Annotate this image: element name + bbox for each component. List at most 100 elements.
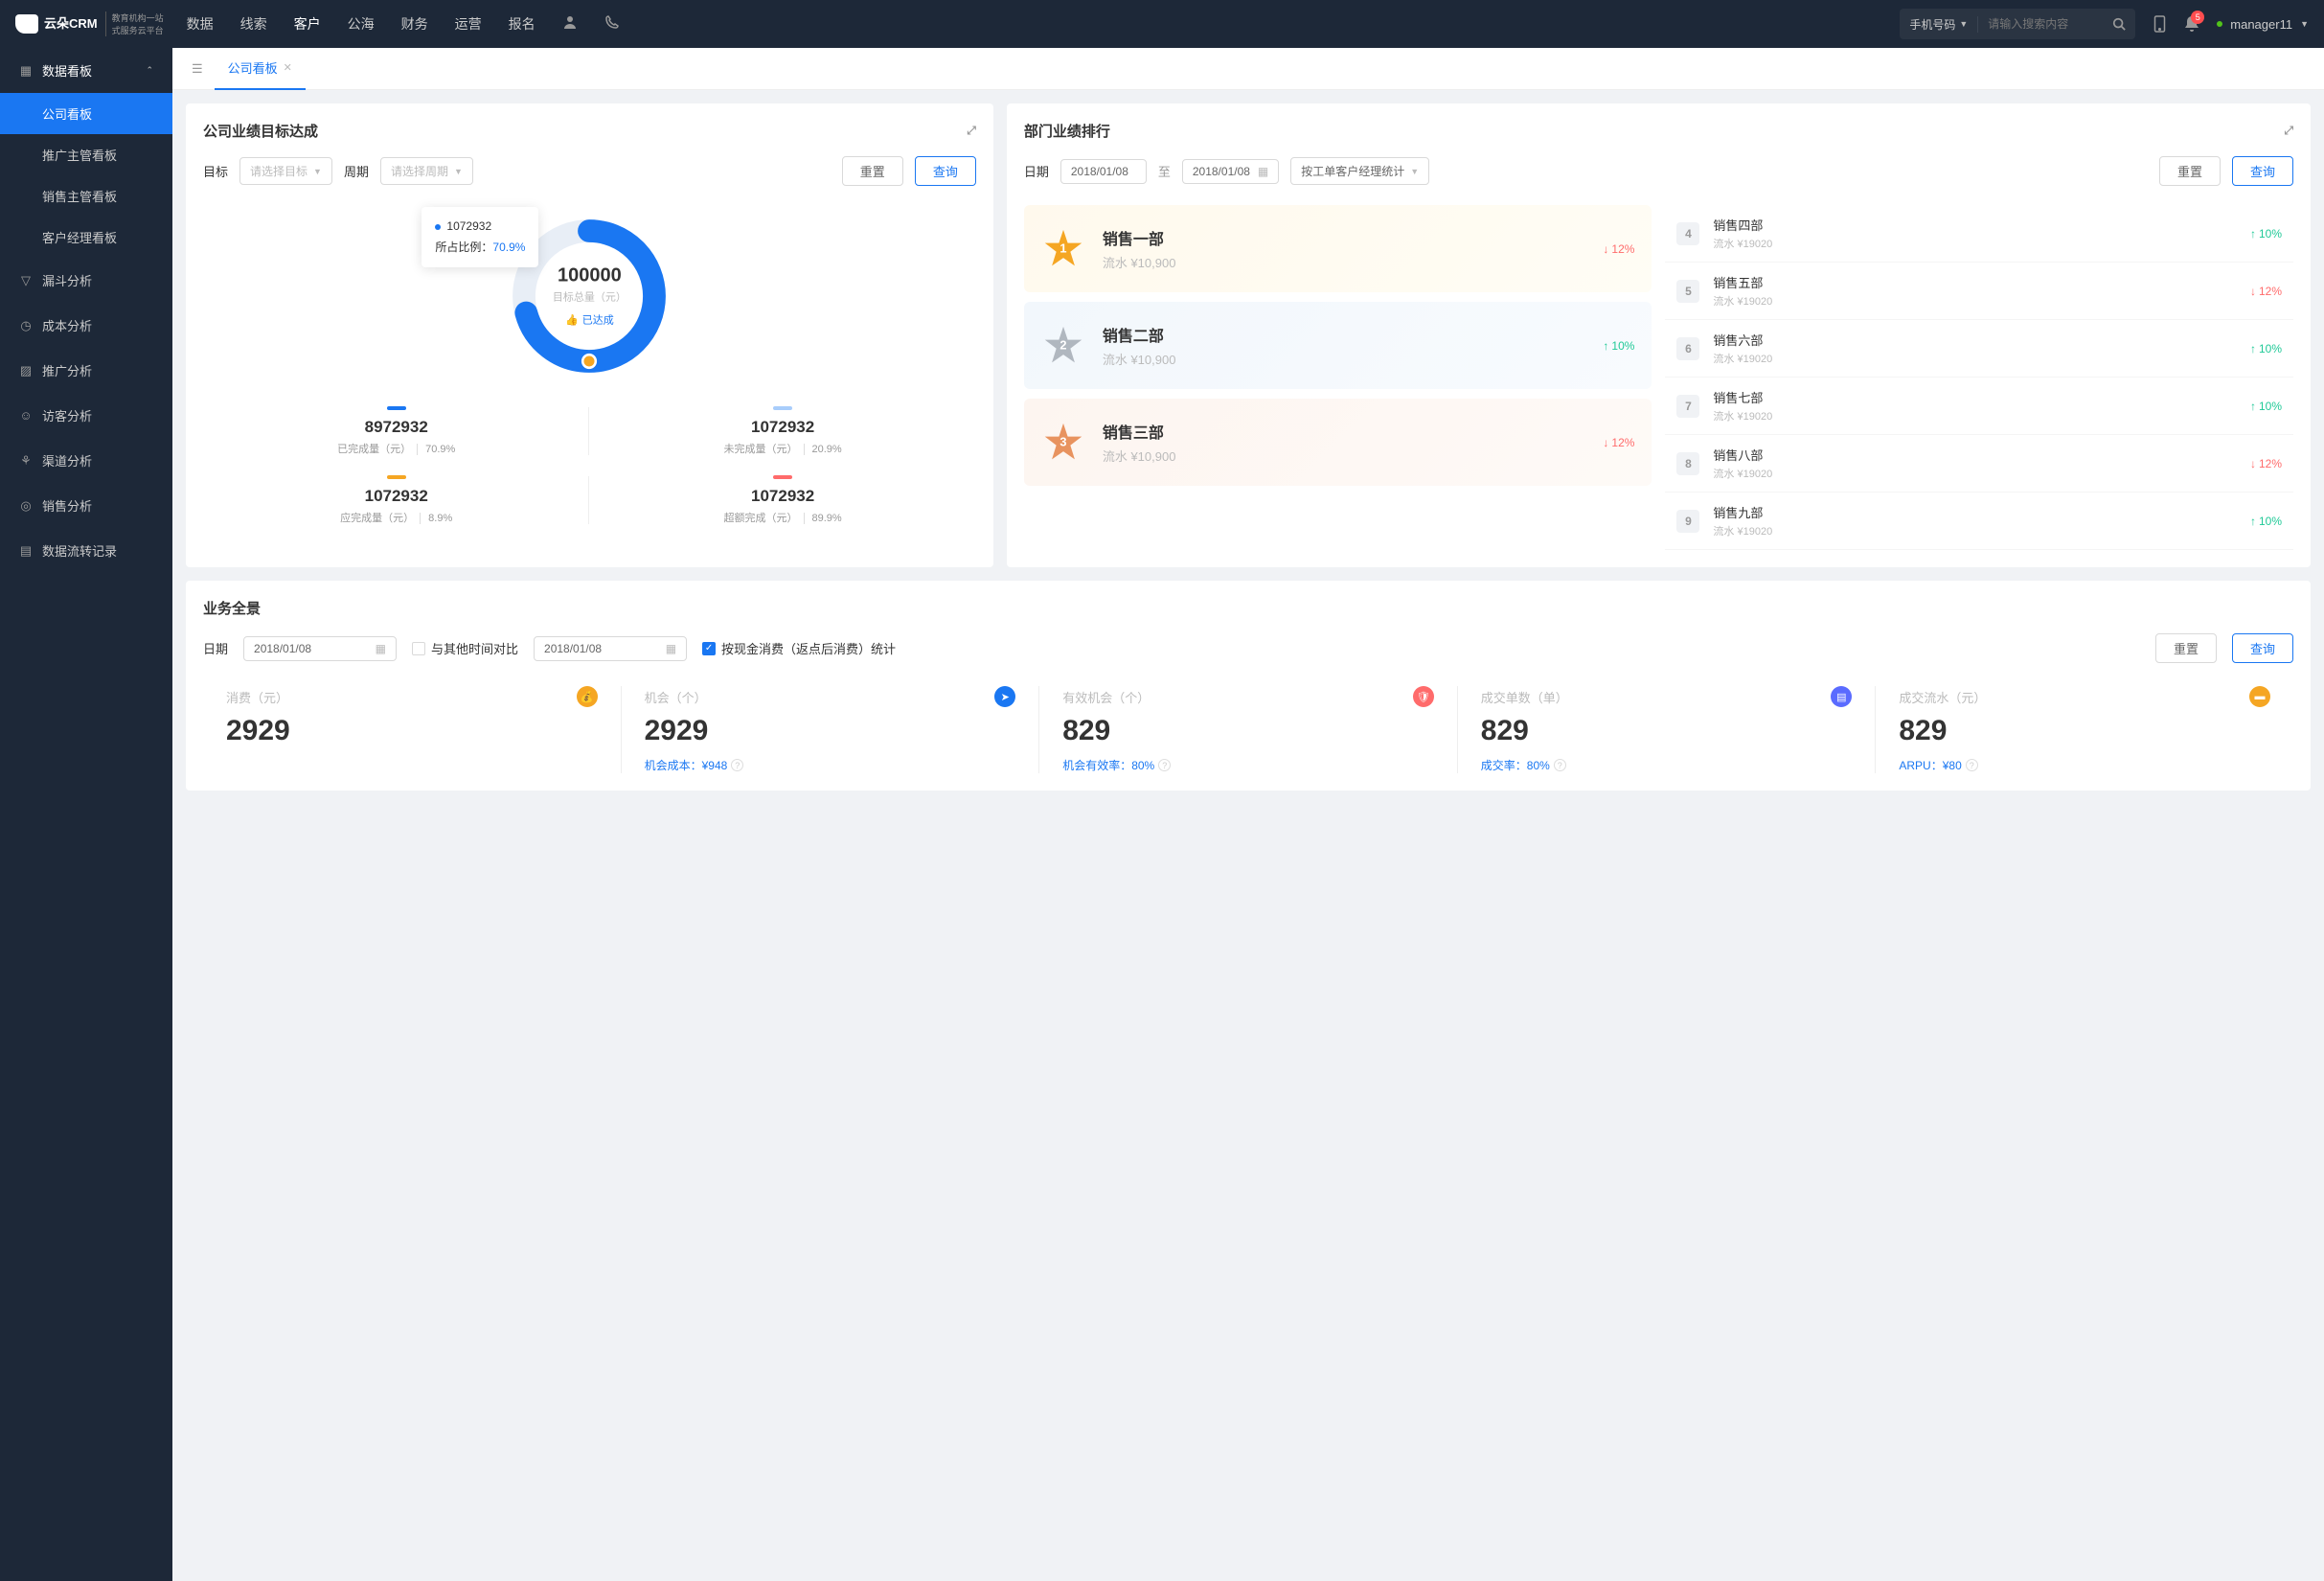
cash-checkbox[interactable]: ✓按现金消费（返点后消费）统计: [702, 639, 896, 657]
nav-customers[interactable]: 客户: [294, 14, 321, 34]
sidebar-sales-board[interactable]: 销售主管看板: [0, 175, 172, 217]
trend-up-icon: ↑ 10%: [1603, 339, 1634, 353]
nav-leads[interactable]: 线索: [240, 14, 267, 34]
kpi-revenue: 成交流水（元）▬ 829 ARPU：¥80?: [1876, 686, 2293, 773]
metrics-grid: 8972932 已完成量（元）70.9% 1072932 未完成量（元）20.9…: [203, 397, 976, 535]
reset-button[interactable]: 重置: [2159, 156, 2221, 186]
date1-input[interactable]: 2018/01/08▦: [243, 636, 397, 661]
date-to[interactable]: 2018/01/08▦: [1182, 159, 1279, 184]
label-date: 日期: [203, 639, 228, 657]
sidebar-visitor[interactable]: ☺访客分析: [0, 393, 172, 438]
nav-pool[interactable]: 公海: [348, 14, 375, 34]
rank-row[interactable]: 8销售八部流水 ¥19020↓ 12%: [1665, 435, 2293, 493]
metric-completed: 8972932 已完成量（元）70.9%: [203, 397, 589, 466]
logo-icon: [15, 14, 38, 34]
kpi-row: 消费（元）💰 2929 机会（个）➤ 2929 机会成本：¥948? 有效机会（…: [203, 686, 2293, 773]
chevron-up-icon: ⌃: [146, 65, 153, 76]
query-button[interactable]: 查询: [915, 156, 976, 186]
sidebar-sales[interactable]: ◎销售分析: [0, 483, 172, 528]
send-icon: ➤: [994, 686, 1015, 707]
search-input[interactable]: [1978, 17, 2103, 31]
visitor-icon: ☺: [19, 408, 33, 423]
rank-item-1[interactable]: 1 销售一部流水 ¥10,900 ↓ 12%: [1024, 205, 1652, 292]
calendar-icon: ▦: [376, 642, 386, 655]
top-nav: 云朵CRM 教育机构一站式服务云平台 数据 线索 客户 公海 财务 运营 报名 …: [0, 0, 2324, 48]
rank-card-title: 部门业绩排行: [1024, 121, 1110, 141]
rank-row[interactable]: 5销售五部流水 ¥19020↓ 12%: [1665, 263, 2293, 320]
label-to: 至: [1158, 162, 1171, 180]
rank-row[interactable]: 7销售七部流水 ¥19020↑ 10%: [1665, 378, 2293, 435]
logo: 云朵CRM 教育机构一站式服务云平台: [15, 11, 164, 36]
nav-user-icon[interactable]: [562, 14, 578, 34]
nav-phone-icon[interactable]: [604, 14, 620, 34]
nav-ops[interactable]: 运营: [455, 14, 482, 34]
expand-icon[interactable]: ⤢: [967, 124, 976, 138]
bell-icon[interactable]: 5: [2184, 15, 2199, 33]
tab-bar: ☰ 公司看板 ✕: [172, 48, 2324, 90]
sidebar-dataflow[interactable]: ▤数据流转记录: [0, 528, 172, 573]
sidebar-manager-board[interactable]: 客户经理看板: [0, 217, 172, 258]
rank-card: 部门业绩排行 ⤢ 日期 2018/01/08 至 2018/01/08▦ 按工单…: [1007, 103, 2311, 567]
nav-finance[interactable]: 财务: [401, 14, 428, 34]
donut-label: 目标总量（元）: [553, 289, 627, 305]
user-menu[interactable]: manager11 ▼: [2217, 17, 2309, 32]
stat-type-select[interactable]: 按工单客户经理统计▼: [1290, 157, 1429, 185]
query-button[interactable]: 查询: [2232, 156, 2293, 186]
reset-button[interactable]: 重置: [2155, 633, 2217, 663]
sidebar-company-board[interactable]: 公司看板: [0, 93, 172, 134]
sidebar: ▦数据看板 ⌃ 公司看板 推广主管看板 销售主管看板 客户经理看板 ▽漏斗分析 …: [0, 48, 172, 1581]
expand-icon[interactable]: ⤢: [2284, 124, 2293, 138]
date2-input[interactable]: 2018/01/08▦: [534, 636, 687, 661]
nav-signup[interactable]: 报名: [509, 14, 535, 34]
sidebar-cost[interactable]: ◷成本分析: [0, 303, 172, 348]
card-icon: ▬: [2249, 686, 2270, 707]
main-content: ☰ 公司看板 ✕ 公司业绩目标达成 ⤢ 目标 请选择目标▼ 周期: [172, 48, 2324, 1581]
compare-checkbox[interactable]: 与其他时间对比: [412, 639, 518, 657]
sidebar-promo[interactable]: ▨推广分析: [0, 348, 172, 393]
select-target[interactable]: 请选择目标▼: [239, 157, 332, 185]
list-icon: ▤: [1831, 686, 1852, 707]
mobile-icon[interactable]: [2153, 15, 2167, 33]
close-icon[interactable]: ✕: [284, 61, 292, 74]
rank-item-3[interactable]: 3 销售三部流水 ¥10,900 ↓ 12%: [1024, 399, 1652, 486]
nav-data[interactable]: 数据: [187, 14, 214, 34]
svg-text:3: 3: [1059, 434, 1066, 448]
calendar-icon: ▦: [1258, 165, 1268, 178]
svg-text:1: 1: [1059, 241, 1066, 255]
reset-button[interactable]: 重置: [842, 156, 903, 186]
kpi-spend: 消费（元）💰 2929: [203, 686, 622, 773]
dashboard-icon: ▦: [19, 63, 33, 79]
rank-row[interactable]: 4销售四部流水 ¥19020↑ 10%: [1665, 205, 2293, 263]
sidebar-channel[interactable]: ⚘渠道分析: [0, 438, 172, 483]
date-from[interactable]: 2018/01/08: [1060, 159, 1147, 184]
svg-text:2: 2: [1059, 337, 1066, 352]
help-icon[interactable]: ?: [731, 759, 743, 771]
select-period[interactable]: 请选择周期▼: [380, 157, 473, 185]
metric-excess: 1072932 超额完成（元）89.9%: [589, 466, 975, 535]
metric-incomplete: 1072932 未完成量（元）20.9%: [589, 397, 975, 466]
query-button[interactable]: 查询: [2232, 633, 2293, 663]
hamburger-icon[interactable]: ☰: [180, 61, 215, 77]
rank-row[interactable]: 6销售六部流水 ¥19020↑ 10%: [1665, 320, 2293, 378]
rank-row[interactable]: 9销售九部流水 ¥19020↑ 10%: [1665, 493, 2293, 550]
sidebar-header-dashboard[interactable]: ▦数据看板 ⌃: [0, 48, 172, 93]
search-icon[interactable]: [2103, 17, 2135, 31]
sidebar-funnel[interactable]: ▽漏斗分析: [0, 258, 172, 303]
brand-name: 云朵CRM: [44, 17, 98, 31]
label-period: 周期: [344, 162, 369, 180]
donut-total: 100000: [553, 265, 627, 287]
help-icon[interactable]: ?: [1158, 759, 1171, 771]
rank-item-2[interactable]: 2 销售二部流水 ¥10,900 ↑ 10%: [1024, 302, 1652, 389]
help-icon[interactable]: ?: [1554, 759, 1566, 771]
tab-company-board[interactable]: 公司看板 ✕: [215, 48, 306, 90]
sidebar-promo-board[interactable]: 推广主管看板: [0, 134, 172, 175]
search-group: 手机号码▼: [1900, 9, 2135, 39]
help-icon[interactable]: ?: [1966, 759, 1978, 771]
silver-medal-icon: 2: [1041, 324, 1085, 368]
overview-card: 业务全景 日期 2018/01/08▦ 与其他时间对比 2018/01/08▦ …: [186, 581, 2311, 790]
donut-chart: 1072932 所占比例：70.9% 100000 目标总量（元）: [508, 215, 671, 378]
kpi-opportunity: 机会（个）➤ 2929 机会成本：¥948?: [622, 686, 1040, 773]
trend-down-icon: ↓ 12%: [1603, 436, 1634, 449]
nav-items: 数据 线索 客户 公海 财务 运营 报名: [187, 14, 620, 34]
search-type-select[interactable]: 手机号码▼: [1900, 16, 1978, 33]
